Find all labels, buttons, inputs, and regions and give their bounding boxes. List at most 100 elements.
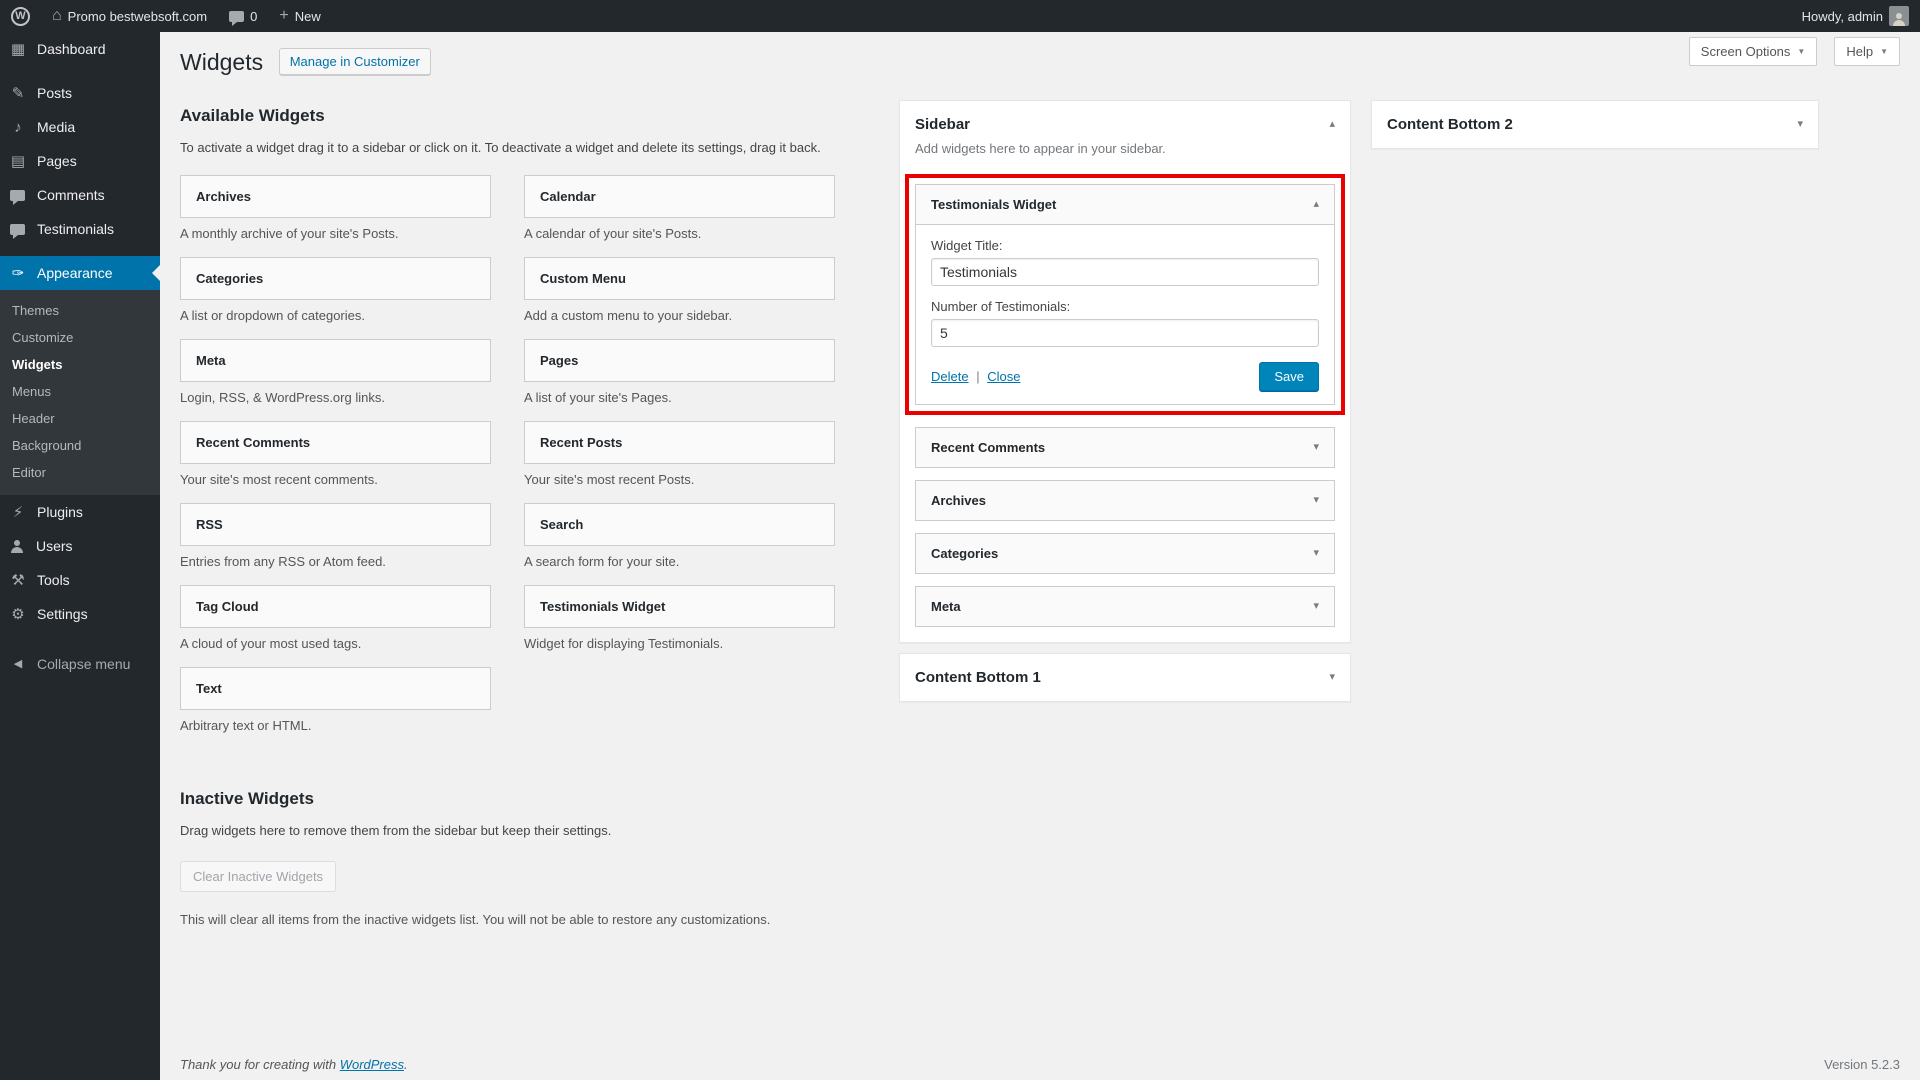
submenu-item-menus[interactable]: Menus [0,378,160,405]
chevron-down-icon: ▼ [1880,47,1888,56]
widget-card-rss[interactable]: RSS [180,503,491,547]
manage-in-customizer-button[interactable]: Manage in Customizer [278,48,431,75]
help-button[interactable]: Help ▼ [1834,37,1900,66]
widget-title: Meta [931,598,961,614]
site-name: Promo bestwebsoft.com [67,8,208,24]
widget-card-meta[interactable]: Meta [180,339,491,383]
chevron-down-icon[interactable]: ▾ [1329,671,1335,683]
chevron-down-icon[interactable]: ▾ [1313,600,1319,612]
chevron-down-icon[interactable]: ▾ [1313,441,1319,453]
widget-card-description: A cloud of your most used tags. [180,636,362,652]
wordpress-link[interactable]: WordPress [340,1057,404,1072]
screen-meta: Screen Options ▼ Help ▼ [1688,37,1900,66]
delete-link[interactable]: Delete [931,369,969,384]
submenu-item-themes[interactable]: Themes [0,297,160,324]
widget-card-description: A list of your site's Pages. [524,390,672,406]
appearance-icon: ✑ [11,264,25,282]
sidebar-widget-recent-comments[interactable]: Recent Comments ▾ [915,426,1335,468]
widget-card-pages[interactable]: Pages [524,339,835,383]
chevron-up-icon[interactable]: ▴ [1329,118,1335,130]
submenu-item-background[interactable]: Background [0,432,160,459]
admin-menu: ▦ Dashboard ✎ Posts ♪ Media ▤ Pages Comm… [0,32,160,1080]
save-button[interactable]: Save [1259,361,1319,391]
widget-card-recent-comments[interactable]: Recent Comments [180,421,491,465]
menu-item-posts[interactable]: ✎ Posts [0,76,160,110]
submenu-item-customize[interactable]: Customize [0,324,160,351]
tools-icon: ⚒ [11,571,25,589]
sidebar-widget-meta[interactable]: Meta ▾ [915,585,1335,627]
close-link[interactable]: Close [987,369,1020,384]
collapse-menu-button[interactable]: ◀ Collapse menu [0,647,160,681]
clear-inactive-widgets-button[interactable]: Clear Inactive Widgets [180,860,337,892]
chevron-down-icon[interactable]: ▾ [1313,547,1319,559]
avatar [1889,6,1909,26]
footer-version: Version 5.2.3 [1824,1057,1900,1072]
account-menu[interactable]: Howdy, admin [1791,0,1920,32]
available-widget-search: Search A search form for your site. [524,503,835,569]
menu-item-settings[interactable]: ⚙ Settings [0,597,160,631]
menu-item-media[interactable]: ♪ Media [0,110,160,144]
site-name-link[interactable]: ⌂ Promo bestwebsoft.com [41,0,218,32]
menu-item-testimonials[interactable]: Testimonials [0,212,160,246]
widget-card-description: Arbitrary text or HTML. [180,718,312,734]
pages-icon: ▤ [10,152,26,170]
widget-card-custom-menu[interactable]: Custom Menu [524,257,835,301]
widget-card-calendar[interactable]: Calendar [524,175,835,219]
content-bottom-1-header[interactable]: Content Bottom 1 ▾ [900,654,1350,701]
new-content-button[interactable]: + New [268,0,331,32]
screen-options-button[interactable]: Screen Options ▼ [1688,37,1818,66]
available-widgets-title: Available Widgets [180,105,325,125]
testimonials-count-label: Number of Testimonials: [931,298,1071,314]
appearance-submenu: Themes Customize Widgets Menus Header Ba… [0,290,160,495]
wordpress-logo-menu[interactable]: W [0,0,41,32]
widget-title-label: Widget Title: [931,237,1003,253]
menu-item-tools[interactable]: ⚒ Tools [0,563,160,597]
title-row: Widgets Manage in Customizer [180,32,1900,78]
chevron-down-icon[interactable]: ▾ [1313,494,1319,506]
testimonials-widget-header[interactable]: Testimonials Widget ▴ [915,183,1335,225]
content-bottom-2-panel: Content Bottom 2 ▾ [1371,99,1819,149]
available-widget-categories: Categories A list or dropdown of categor… [180,257,491,323]
settings-icon: ⚙ [11,605,25,623]
testimonials-widget-expanded: Testimonials Widget ▴ Widget Title: Numb… [915,183,1335,405]
sidebar-widget-categories[interactable]: Categories ▾ [915,532,1335,574]
available-widget-calendar: Calendar A calendar of your site's Posts… [524,175,835,241]
widget-card-text[interactable]: Text [180,667,491,711]
page-title: Widgets [180,49,264,75]
menu-item-pages[interactable]: ▤ Pages [0,144,160,178]
menu-label: Collapse menu [37,656,131,672]
widget-card-testimonials[interactable]: Testimonials Widget [524,585,835,629]
sidebar-widget-archives[interactable]: Archives ▾ [915,479,1335,521]
widget-action-links: Delete | Close [931,369,1020,384]
widget-title-input[interactable] [931,257,1319,286]
menu-item-dashboard[interactable]: ▦ Dashboard [0,32,160,66]
plus-icon: + [279,7,289,24]
howdy-text: Howdy, admin [1801,8,1883,24]
menu-item-plugins[interactable]: ⚡ Plugins [0,495,160,529]
widget-card-search[interactable]: Search [524,503,835,547]
widget-card-archives[interactable]: Archives [180,175,491,219]
content-bottom-2-title: Content Bottom 2 [1387,115,1513,133]
current-menu-arrow [144,265,160,281]
menu-separator [0,246,160,256]
widget-card-description: Your site's most recent Posts. [524,472,695,488]
widget-card-tag-cloud[interactable]: Tag Cloud [180,585,491,629]
submenu-item-widgets[interactable]: Widgets [0,351,160,378]
screen-options-label: Screen Options [1700,44,1791,59]
testimonials-count-input[interactable] [931,318,1319,347]
chevron-down-icon[interactable]: ▾ [1797,118,1803,130]
menu-item-users[interactable]: Users [0,529,160,563]
menu-label: Media [37,119,76,135]
submenu-item-editor[interactable]: Editor [0,459,160,486]
submenu-item-header[interactable]: Header [0,405,160,432]
menu-item-appearance[interactable]: ✑ Appearance [0,256,160,290]
chevron-up-icon[interactable]: ▴ [1313,198,1319,210]
content-bottom-2-header[interactable]: Content Bottom 2 ▾ [1372,101,1818,148]
widget-card-description: A list or dropdown of categories. [180,308,365,324]
admin-bar-comments-link[interactable]: 0 [218,0,268,32]
widget-card-recent-posts[interactable]: Recent Posts [524,421,835,465]
widget-card-categories[interactable]: Categories [180,257,491,301]
content-bottom-2-column: Content Bottom 2 ▾ [1371,99,1819,149]
menu-item-comments[interactable]: Comments [0,178,160,212]
menu-label: Dashboard [37,41,106,57]
